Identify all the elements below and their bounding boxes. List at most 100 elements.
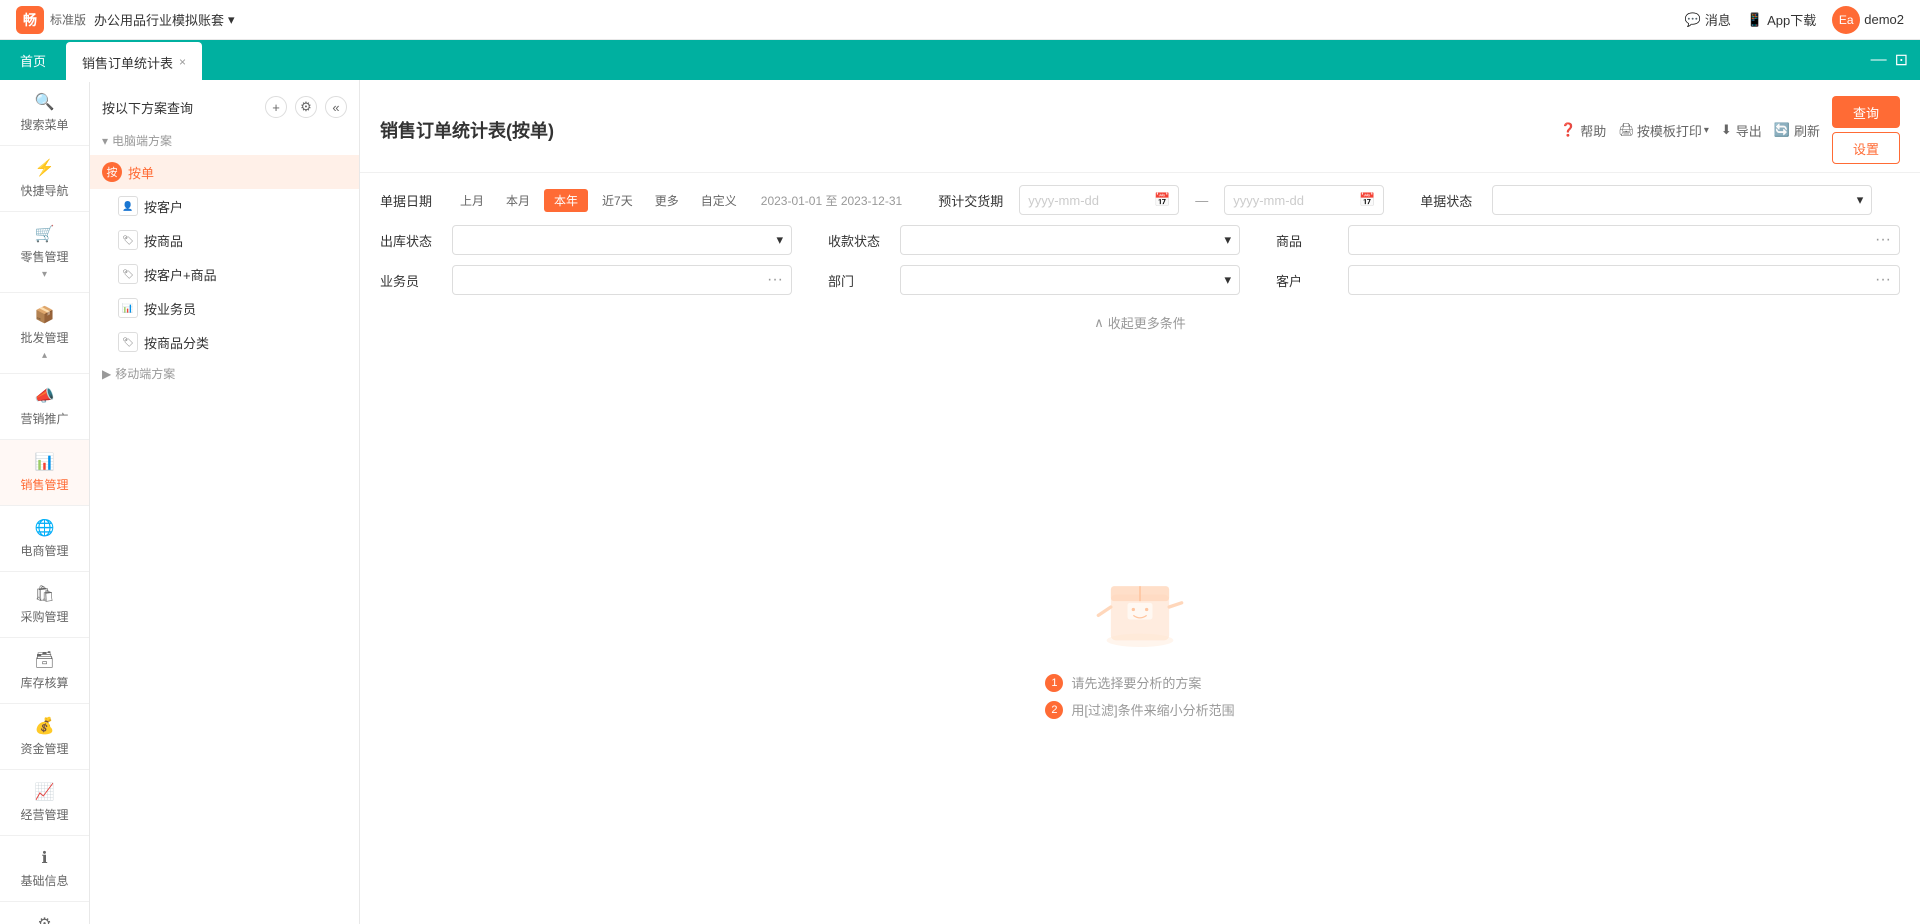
sidebar-item-purchase[interactable]: 🛍 采购管理 (0, 572, 89, 638)
sidebar-item-operations[interactable]: 📈 经营管理 (0, 770, 89, 836)
sidebar-item-basic-info-label: 基础信息 (20, 872, 68, 889)
last-7-days-btn[interactable]: 近7天 (594, 189, 641, 212)
print-button[interactable]: 🖨 按模板打印 ▾ (1618, 121, 1709, 140)
tab-sales-order-label: 销售订单统计表 (82, 53, 173, 72)
export-button[interactable]: ⬇ 导出 (1721, 121, 1762, 140)
sidebar-item-operations-label: 经营管理 (20, 806, 68, 823)
sidebar-item-retail[interactable]: 🛒 零售管理 ▾ (0, 212, 89, 293)
status-dropdown[interactable]: ▾ (1492, 185, 1872, 215)
section-pc-header[interactable]: ▾ 电脑端方案 (90, 126, 359, 155)
by-customer-product-icon: 🏷 (118, 264, 138, 284)
customer-label: 客户 (1276, 271, 1332, 290)
tab-maximize-icon[interactable]: ⊡ (1895, 50, 1908, 70)
empty-hints: 1 请先选择要分析的方案 2 用[过滤]条件来缩小分析范围 (1045, 673, 1234, 719)
sidebar-item-inventory[interactable]: 🗃 库存核算 (0, 638, 89, 704)
breadcrumb-arrow-icon: ▾ (228, 12, 235, 28)
this-month-btn[interactable]: 本月 (498, 189, 538, 212)
tab-close-icon[interactable]: × (179, 55, 186, 69)
collapse-bar[interactable]: ∧ 收起更多条件 (380, 305, 1900, 340)
add-scheme-button[interactable]: + (265, 96, 287, 118)
customer-more-icon[interactable]: ··· (1875, 271, 1891, 289)
app-download-button[interactable]: 📱 App下载 (1747, 10, 1816, 29)
expected-date-cal-icon: 📅 (1154, 192, 1170, 208)
message-button[interactable]: 💬 消息 (1685, 10, 1731, 29)
tab-home[interactable]: 首页 (0, 40, 66, 80)
logo-area: 畅 标准版 (16, 6, 86, 34)
scheme-by-order[interactable]: 按 按单 (90, 155, 359, 189)
query-button[interactable]: 查询 (1832, 96, 1900, 128)
last-month-btn[interactable]: 上月 (452, 189, 492, 212)
sidebar-item-sales[interactable]: 📊 销售管理 (0, 440, 89, 506)
sidebar-item-marketing[interactable]: 📣 营销推广 (0, 374, 89, 440)
scheme-by-category[interactable]: 🏷 按商品分类 (90, 325, 359, 359)
hint-2-text: 用[过滤]条件来缩小分析范围 (1071, 700, 1234, 719)
this-year-btn[interactable]: 本年 (544, 189, 588, 212)
scheme-by-salesperson[interactable]: 📊 按业务员 (90, 291, 359, 325)
settings-scheme-button[interactable]: ⚙ (295, 96, 317, 118)
sidebar-item-basic-info[interactable]: ℹ 基础信息 (0, 836, 89, 902)
hint-1-num: 1 (1045, 674, 1063, 692)
section-mobile-header[interactable]: ▶ 移动端方案 (90, 359, 359, 388)
left-panel: 按以下方案查询 + ⚙ « ▾ 电脑端方案 按 按单 👤 按客户 (90, 80, 360, 924)
left-panel-title: 按以下方案查询 (102, 98, 193, 117)
sidebar-item-wholesale-label: 批发管理 (20, 329, 68, 346)
scheme-by-customer[interactable]: 👤 按客户 (90, 189, 359, 223)
product-more-icon[interactable]: ··· (1875, 231, 1891, 249)
logo-text: 标准版 (50, 11, 86, 28)
sidebar-item-search-menu-label: 搜索菜单 (20, 116, 68, 133)
product-input[interactable]: ··· (1348, 225, 1900, 255)
customer-input[interactable]: ··· (1348, 265, 1900, 295)
left-panel-actions: + ⚙ « (265, 96, 347, 118)
department-dropdown-icon: ▾ (1224, 272, 1231, 288)
help-button[interactable]: ❓ 帮助 (1560, 121, 1606, 140)
sidebar-item-ecommerce[interactable]: 🌐 电商管理 (0, 506, 89, 572)
payment-status-label: 收款状态 (828, 231, 884, 250)
tab-sales-order[interactable]: 销售订单统计表 × (66, 42, 202, 82)
payment-status-dropdown[interactable]: ▾ (900, 225, 1240, 255)
print-icon: 🖨 (1618, 122, 1635, 138)
collapse-panel-button[interactable]: « (325, 96, 347, 118)
system-icon: ⚙ (37, 914, 51, 924)
collapse-label: 收起更多条件 (1108, 313, 1186, 332)
scheme-by-customer-product[interactable]: 🏷 按客户+商品 (90, 257, 359, 291)
delivery-status-dropdown[interactable]: ▾ (452, 225, 792, 255)
salesperson-input[interactable]: ··· (452, 265, 792, 295)
message-label: 消息 (1705, 10, 1731, 29)
filter-row-1: 单据日期 上月 本月 本年 近7天 更多 自定义 2023-01-01 至 20… (380, 185, 1900, 215)
by-salesperson-label: 按业务员 (144, 299, 196, 318)
tab-bar: 首页 销售订单统计表 × — ⊡ (0, 40, 1920, 80)
by-category-label: 按商品分类 (144, 333, 209, 352)
breadcrumb-text: 办公用品行业模拟账套 (94, 10, 224, 29)
scheme-by-product[interactable]: 🏷 按商品 (90, 223, 359, 257)
sidebar-item-retail-label: 零售管理 (20, 248, 68, 265)
sidebar-item-quick-nav[interactable]: ⚡ 快捷导航 (0, 146, 89, 212)
salesperson-more-icon[interactable]: ··· (767, 271, 783, 289)
sidebar-item-finance[interactable]: 💰 资金管理 (0, 704, 89, 770)
expected-date-end[interactable]: yyyy-mm-dd 📅 (1224, 185, 1384, 215)
sidebar-item-search-menu[interactable]: 🔍 搜索菜单 (0, 80, 89, 146)
page-actions: ❓ 帮助 🖨 按模板打印 ▾ ⬇ 导出 🔄 刷新 (1560, 96, 1900, 164)
content-area: 按以下方案查询 + ⚙ « ▾ 电脑端方案 按 按单 👤 按客户 (90, 80, 1920, 924)
page-title: 销售订单统计表(按单) (380, 117, 554, 143)
sidebar-item-wholesale[interactable]: 📦 批发管理 ▴ (0, 293, 89, 374)
sidebar-item-quick-nav-label: 快捷导航 (20, 182, 68, 199)
payment-status-icon: ▾ (1224, 232, 1231, 248)
department-dropdown[interactable]: ▾ (900, 265, 1240, 295)
expected-date-end-placeholder: yyyy-mm-dd (1233, 193, 1304, 208)
refresh-icon: 🔄 (1774, 122, 1790, 138)
user-menu[interactable]: Ea demo2 (1832, 6, 1904, 34)
expected-date-start[interactable]: yyyy-mm-dd 📅 (1019, 185, 1179, 215)
sidebar-item-system[interactable]: ⚙ 系统管理 (0, 902, 89, 924)
refresh-button[interactable]: 🔄 刷新 (1774, 121, 1820, 140)
more-date-btn[interactable]: 更多 (647, 189, 687, 212)
marketing-icon: 📣 (35, 386, 55, 406)
retail-icon: 🛒 (35, 224, 55, 244)
date-range-text: 2023-01-01 至 2023-12-31 (761, 192, 902, 209)
breadcrumb-select[interactable]: 办公用品行业模拟账套 ▾ (94, 10, 235, 29)
custom-date-btn[interactable]: 自定义 (693, 189, 745, 212)
export-label: 导出 (1736, 121, 1762, 140)
tab-minimize-icon[interactable]: — (1871, 51, 1887, 69)
hint-1-text: 请先选择要分析的方案 (1071, 673, 1201, 692)
settings-button[interactable]: 设置 (1832, 132, 1900, 164)
ecommerce-icon: 🌐 (35, 518, 55, 538)
